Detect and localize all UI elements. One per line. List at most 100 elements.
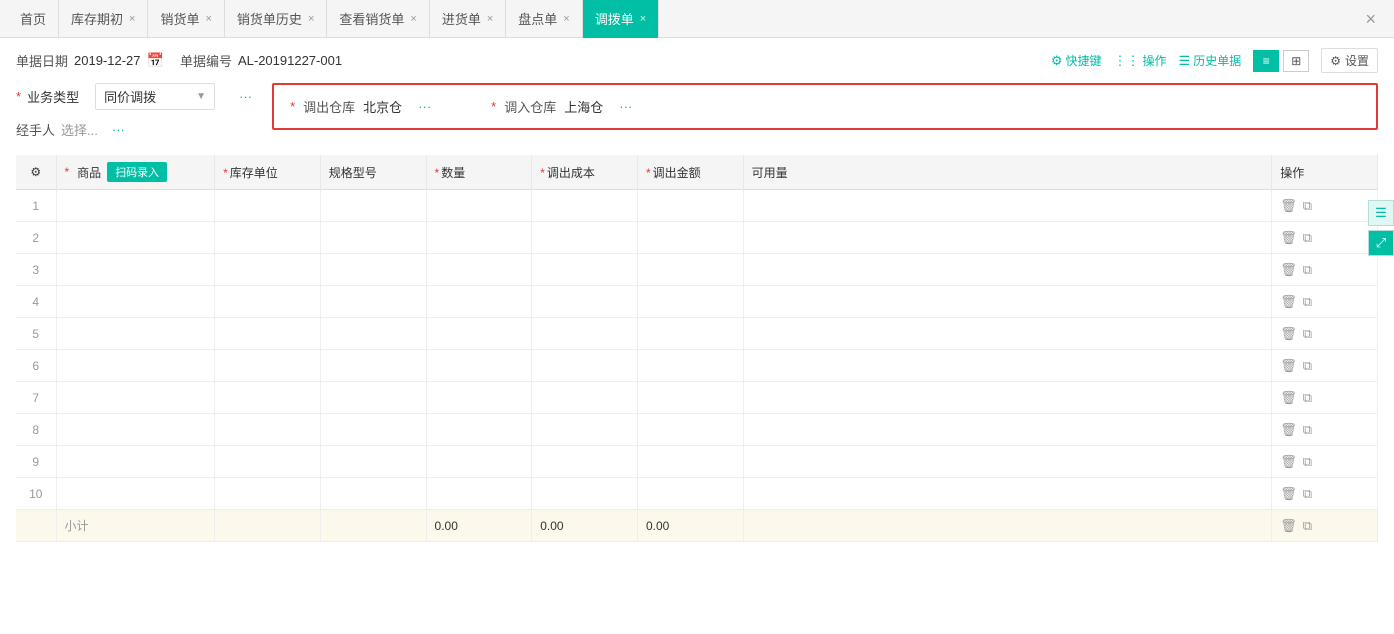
tab-close-icon[interactable]: × xyxy=(640,13,646,25)
row-unit[interactable] xyxy=(215,382,321,414)
row-quantity[interactable] xyxy=(426,350,532,382)
shortcut-action[interactable]: ⚙ 快捷键 xyxy=(1051,52,1102,69)
tab-purchase[interactable]: 进货单 × xyxy=(430,0,506,38)
row-amount[interactable] xyxy=(637,382,743,414)
row-cost[interactable] xyxy=(532,446,638,478)
copy-row-icon[interactable]: ⧉ xyxy=(1303,326,1312,342)
tab-inventory-check[interactable]: 盘点单 × xyxy=(506,0,582,38)
row-cost[interactable] xyxy=(532,350,638,382)
grid-view-button[interactable]: ⊞ xyxy=(1283,50,1309,72)
delete-row-icon[interactable]: 🗑 xyxy=(1280,262,1297,278)
row-spec[interactable] xyxy=(320,190,426,222)
row-product[interactable] xyxy=(56,222,215,254)
delete-row-icon[interactable]: 🗑 xyxy=(1280,486,1297,502)
delete-row-icon[interactable]: 🗑 xyxy=(1280,422,1297,438)
copy-row-icon[interactable]: ⧉ xyxy=(1303,198,1312,214)
row-product[interactable] xyxy=(56,190,215,222)
delete-row-icon[interactable]: 🗑 xyxy=(1280,358,1297,374)
row-unit[interactable] xyxy=(215,446,321,478)
close-all-tabs-button[interactable]: × xyxy=(1355,0,1386,38)
row-product[interactable] xyxy=(56,478,215,510)
row-unit[interactable] xyxy=(215,254,321,286)
row-spec[interactable] xyxy=(320,478,426,510)
row-cost[interactable] xyxy=(532,222,638,254)
copy-row-icon[interactable]: ⧉ xyxy=(1303,262,1312,278)
tab-close-icon[interactable]: × xyxy=(205,13,211,25)
row-spec[interactable] xyxy=(320,510,426,542)
copy-row-icon[interactable]: ⧉ xyxy=(1303,294,1312,310)
row-spec[interactable] xyxy=(320,318,426,350)
row-cost[interactable] xyxy=(532,478,638,510)
row-amount[interactable] xyxy=(637,254,743,286)
row-quantity[interactable] xyxy=(426,446,532,478)
row-quantity[interactable] xyxy=(426,286,532,318)
row-cost[interactable] xyxy=(532,190,638,222)
row-spec[interactable] xyxy=(320,414,426,446)
scan-button[interactable]: 扫码录入 xyxy=(107,162,167,182)
row-amount[interactable] xyxy=(637,286,743,318)
row-unit[interactable] xyxy=(215,222,321,254)
copy-row-icon[interactable]: ⧉ xyxy=(1303,358,1312,374)
tab-sales[interactable]: 销货单 × xyxy=(148,0,224,38)
delete-row-icon[interactable]: 🗑 xyxy=(1280,230,1297,246)
row-product[interactable] xyxy=(56,382,215,414)
tab-close-icon[interactable]: × xyxy=(563,13,569,25)
row-amount[interactable] xyxy=(637,478,743,510)
copy-row-icon[interactable]: ⧉ xyxy=(1303,454,1312,470)
row-unit[interactable] xyxy=(215,414,321,446)
delete-row-icon[interactable]: 🗑 xyxy=(1280,198,1297,214)
tab-close-icon[interactable]: × xyxy=(308,13,314,25)
settings-button[interactable]: ⚙ 设置 xyxy=(1321,48,1378,73)
row-unit[interactable] xyxy=(215,318,321,350)
tab-close-icon[interactable]: × xyxy=(410,13,416,25)
list-view-button[interactable]: ≡ xyxy=(1253,50,1279,72)
row-spec[interactable] xyxy=(320,446,426,478)
copy-row-icon[interactable]: ⧉ xyxy=(1303,390,1312,406)
delete-row-icon[interactable]: 🗑 xyxy=(1280,326,1297,342)
tab-view-sales[interactable]: 查看销货单 × xyxy=(327,0,429,38)
tab-sales-history[interactable]: 销货单历史 × xyxy=(225,0,327,38)
business-type-select[interactable]: 同价调拨 ▼ xyxy=(95,83,215,110)
person-more-icon[interactable]: ··· xyxy=(112,122,125,137)
th-settings[interactable]: ⚙ xyxy=(16,155,56,190)
delete-row-icon[interactable]: 🗑 xyxy=(1280,518,1297,534)
tab-inventory-init[interactable]: 库存期初 × xyxy=(59,0,148,38)
operations-action[interactable]: ⋮⋮ 操作 xyxy=(1114,52,1167,69)
row-spec[interactable] xyxy=(320,382,426,414)
row-amount[interactable] xyxy=(637,446,743,478)
row-product[interactable] xyxy=(56,350,215,382)
row-amount[interactable] xyxy=(637,222,743,254)
row-product[interactable]: 小计 xyxy=(56,510,215,542)
row-unit[interactable] xyxy=(215,350,321,382)
row-product[interactable] xyxy=(56,414,215,446)
row-spec[interactable] xyxy=(320,222,426,254)
row-cost[interactable] xyxy=(532,382,638,414)
row-cost[interactable] xyxy=(532,414,638,446)
row-unit[interactable] xyxy=(215,478,321,510)
row-spec[interactable] xyxy=(320,254,426,286)
row-amount[interactable] xyxy=(637,318,743,350)
row-quantity[interactable] xyxy=(426,254,532,286)
business-more-icon[interactable]: ··· xyxy=(239,89,252,104)
delete-row-icon[interactable]: 🗑 xyxy=(1280,294,1297,310)
row-cost[interactable] xyxy=(532,286,638,318)
warehouse-out-more-icon[interactable]: ··· xyxy=(418,99,431,114)
row-unit[interactable] xyxy=(215,190,321,222)
row-product[interactable] xyxy=(56,254,215,286)
row-quantity[interactable] xyxy=(426,478,532,510)
row-cost[interactable]: 0.00 xyxy=(532,510,638,542)
row-quantity[interactable] xyxy=(426,382,532,414)
row-cost[interactable] xyxy=(532,254,638,286)
row-product[interactable] xyxy=(56,286,215,318)
person-select[interactable]: 选择... xyxy=(61,120,98,139)
row-amount[interactable]: 0.00 xyxy=(637,510,743,542)
row-quantity[interactable] xyxy=(426,190,532,222)
row-quantity[interactable] xyxy=(426,222,532,254)
tab-close-icon[interactable]: × xyxy=(487,13,493,25)
row-spec[interactable] xyxy=(320,350,426,382)
row-amount[interactable] xyxy=(637,414,743,446)
row-amount[interactable] xyxy=(637,190,743,222)
row-cost[interactable] xyxy=(532,318,638,350)
row-spec[interactable] xyxy=(320,286,426,318)
tab-close-icon[interactable]: × xyxy=(129,13,135,25)
